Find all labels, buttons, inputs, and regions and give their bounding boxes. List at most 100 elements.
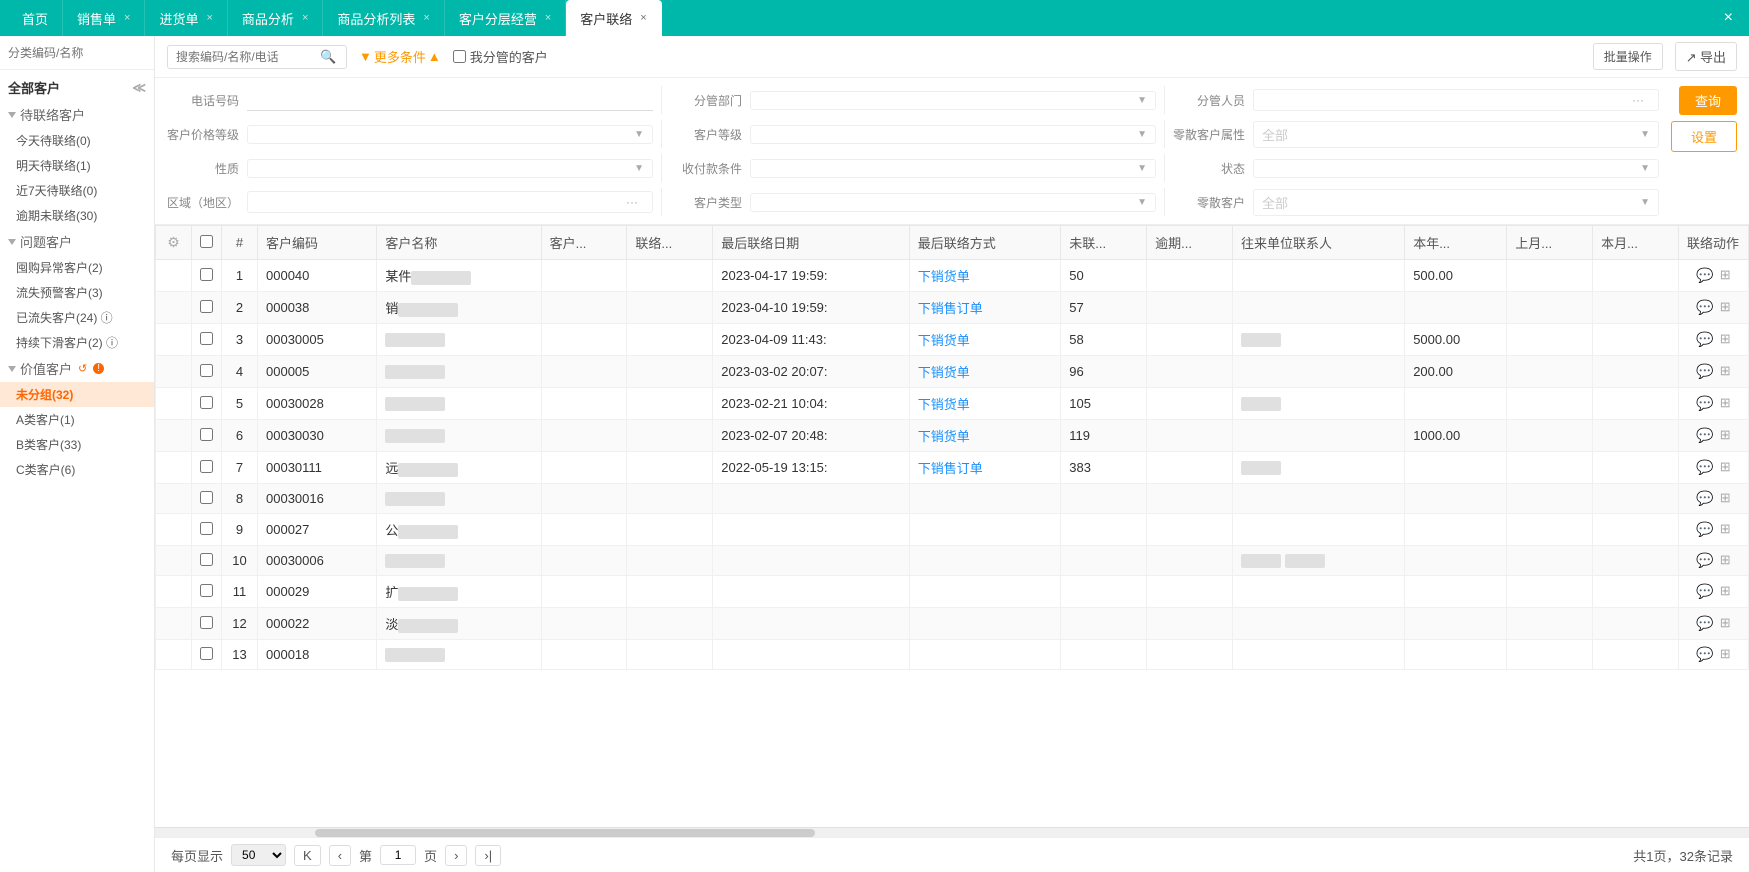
- grid-icon[interactable]: ⊞: [1720, 331, 1731, 348]
- select-all-checkbox[interactable]: [200, 235, 213, 248]
- chat-icon[interactable]: 💬: [1696, 552, 1713, 569]
- grid-icon[interactable]: ⊞: [1720, 299, 1731, 316]
- nav-tab-product-list[interactable]: 商品分析列表 ×: [323, 0, 444, 36]
- nature-select[interactable]: ▼: [247, 159, 653, 178]
- close-product-list-tab[interactable]: ×: [423, 12, 429, 24]
- sidebar-item-class-a[interactable]: A类客户(1): [0, 407, 154, 432]
- manager-select[interactable]: ···: [1253, 89, 1659, 111]
- settings-gear-icon[interactable]: ⚙: [167, 234, 180, 250]
- chat-icon[interactable]: 💬: [1696, 521, 1713, 538]
- all-customers-header[interactable]: 全部客户 ≪: [0, 70, 154, 101]
- grid-icon[interactable]: ⊞: [1720, 267, 1731, 284]
- nav-tab-home[interactable]: 首页: [8, 0, 63, 36]
- last-method-link[interactable]: 下销售订单: [918, 301, 983, 316]
- customer-type-select[interactable]: ▼: [750, 193, 1156, 212]
- chat-icon[interactable]: 💬: [1696, 459, 1713, 476]
- grid-icon[interactable]: ⊞: [1720, 427, 1731, 444]
- nav-tab-sales[interactable]: 销售单 ×: [63, 0, 145, 36]
- grid-icon[interactable]: ⊞: [1720, 490, 1731, 507]
- close-product-analysis-tab[interactable]: ×: [302, 12, 308, 24]
- dept-select[interactable]: ▼: [750, 91, 1156, 110]
- row-checkbox[interactable]: [200, 300, 213, 313]
- row-checkbox[interactable]: [200, 396, 213, 409]
- window-close-button[interactable]: ×: [1716, 9, 1741, 27]
- col-header-customer-type[interactable]: 客户...: [541, 226, 627, 260]
- my-customers-checkbox[interactable]: 我分管的客户: [453, 47, 548, 66]
- group-problem-customers[interactable]: 问题客户: [0, 228, 154, 255]
- grid-icon[interactable]: ⊞: [1720, 615, 1731, 632]
- region-ellipsis[interactable]: ···: [620, 195, 644, 209]
- prev-page-btn[interactable]: ‹: [329, 845, 351, 866]
- grid-icon[interactable]: ⊞: [1720, 552, 1731, 569]
- group-pending-contact[interactable]: 待联络客户: [0, 101, 154, 128]
- scatter-customer-select[interactable]: 全部 ▼: [1253, 189, 1659, 216]
- chat-icon[interactable]: 💬: [1696, 395, 1713, 412]
- grid-icon[interactable]: ⊞: [1720, 363, 1731, 380]
- grid-icon[interactable]: ⊞: [1720, 521, 1731, 538]
- chat-icon[interactable]: 💬: [1696, 490, 1713, 507]
- sidebar-item-tomorrow[interactable]: 明天待联络(1): [0, 153, 154, 178]
- row-checkbox[interactable]: [200, 428, 213, 441]
- chat-icon[interactable]: 💬: [1696, 427, 1713, 444]
- page-number-input[interactable]: [380, 845, 416, 865]
- row-checkbox[interactable]: [200, 460, 213, 473]
- region-select[interactable]: ···: [247, 191, 653, 213]
- payment-select[interactable]: ▼: [750, 159, 1156, 178]
- sidebar-item-churned[interactable]: 已流失客户(24) ⓘ: [0, 305, 154, 330]
- sidebar-item-class-c[interactable]: C类客户(6): [0, 457, 154, 482]
- sidebar-item-abnormal[interactable]: 囤购异常客户(2): [0, 255, 154, 280]
- filter-search-icon[interactable]: 🔍: [320, 49, 336, 65]
- row-checkbox[interactable]: [200, 491, 213, 504]
- sidebar-item-churn-warning[interactable]: 流失预警客户(3): [0, 280, 154, 305]
- col-header-unlink-days[interactable]: 未联...: [1061, 226, 1147, 260]
- query-btn[interactable]: 查询: [1679, 86, 1737, 115]
- col-header-contact[interactable]: 联络...: [627, 226, 713, 260]
- chat-icon[interactable]: 💬: [1696, 267, 1713, 284]
- row-checkbox[interactable]: [200, 522, 213, 535]
- sidebar-search-input[interactable]: [8, 46, 155, 60]
- row-checkbox[interactable]: [200, 268, 213, 281]
- col-header-this-month[interactable]: 本月...: [1593, 226, 1679, 260]
- close-sales-tab[interactable]: ×: [124, 12, 130, 24]
- last-page-btn[interactable]: ›|: [475, 845, 501, 866]
- nav-tab-product-analysis[interactable]: 商品分析 ×: [228, 0, 323, 36]
- scatter-attr-select[interactable]: 全部 ▼: [1253, 121, 1659, 148]
- price-level-select[interactable]: ▼: [247, 125, 653, 144]
- nav-tab-purchase[interactable]: 进货单 ×: [145, 0, 227, 36]
- col-header-checkbox[interactable]: [192, 226, 222, 260]
- row-checkbox[interactable]: [200, 616, 213, 629]
- chat-icon[interactable]: 💬: [1696, 615, 1713, 632]
- chat-icon[interactable]: 💬: [1696, 363, 1713, 380]
- close-customer-segment-tab[interactable]: ×: [545, 12, 551, 24]
- refresh-icon[interactable]: ↺: [78, 362, 87, 375]
- manager-ellipsis[interactable]: ···: [1626, 93, 1650, 107]
- scrollbar-thumb[interactable]: [315, 829, 815, 837]
- chat-icon[interactable]: 💬: [1696, 583, 1713, 600]
- nav-tab-customer-segment[interactable]: 客户分层经营 ×: [445, 0, 566, 36]
- grid-icon[interactable]: ⊞: [1720, 459, 1731, 476]
- export-btn[interactable]: ↗ 导出: [1675, 42, 1737, 71]
- chat-icon[interactable]: 💬: [1696, 331, 1713, 348]
- close-customer-contact-tab[interactable]: ×: [640, 12, 646, 24]
- sidebar-item-overdue[interactable]: 逾期未联络(30): [0, 203, 154, 228]
- more-conditions-btn[interactable]: ▼ 更多条件 ▲: [359, 47, 441, 66]
- col-header-this-year[interactable]: 本年...: [1405, 226, 1507, 260]
- grid-icon[interactable]: ⊞: [1720, 646, 1731, 663]
- last-method-link[interactable]: 下销货单: [918, 429, 970, 444]
- my-customers-check-input[interactable]: [453, 50, 466, 63]
- col-header-last-method[interactable]: 最后联络方式: [909, 226, 1060, 260]
- col-header-code[interactable]: 客户编码: [258, 226, 377, 260]
- nav-tab-customer-contact[interactable]: 客户联络 ×: [566, 0, 661, 36]
- col-header-settings[interactable]: ⚙: [156, 226, 192, 260]
- filter-search-input[interactable]: [176, 50, 316, 64]
- horizontal-scrollbar[interactable]: [155, 827, 1749, 837]
- chat-icon[interactable]: 💬: [1696, 299, 1713, 316]
- last-method-link[interactable]: 下销货单: [918, 269, 970, 284]
- sidebar-item-unclassified[interactable]: 未分组(32): [0, 382, 154, 407]
- row-checkbox[interactable]: [200, 584, 213, 597]
- chat-icon[interactable]: 💬: [1696, 646, 1713, 663]
- sidebar-item-week[interactable]: 近7天待联络(0): [0, 178, 154, 203]
- sidebar-item-today[interactable]: 今天待联络(0): [0, 128, 154, 153]
- group-value-customers[interactable]: 价值客户 ↺ !: [0, 355, 154, 382]
- col-header-overdue[interactable]: 逾期...: [1147, 226, 1233, 260]
